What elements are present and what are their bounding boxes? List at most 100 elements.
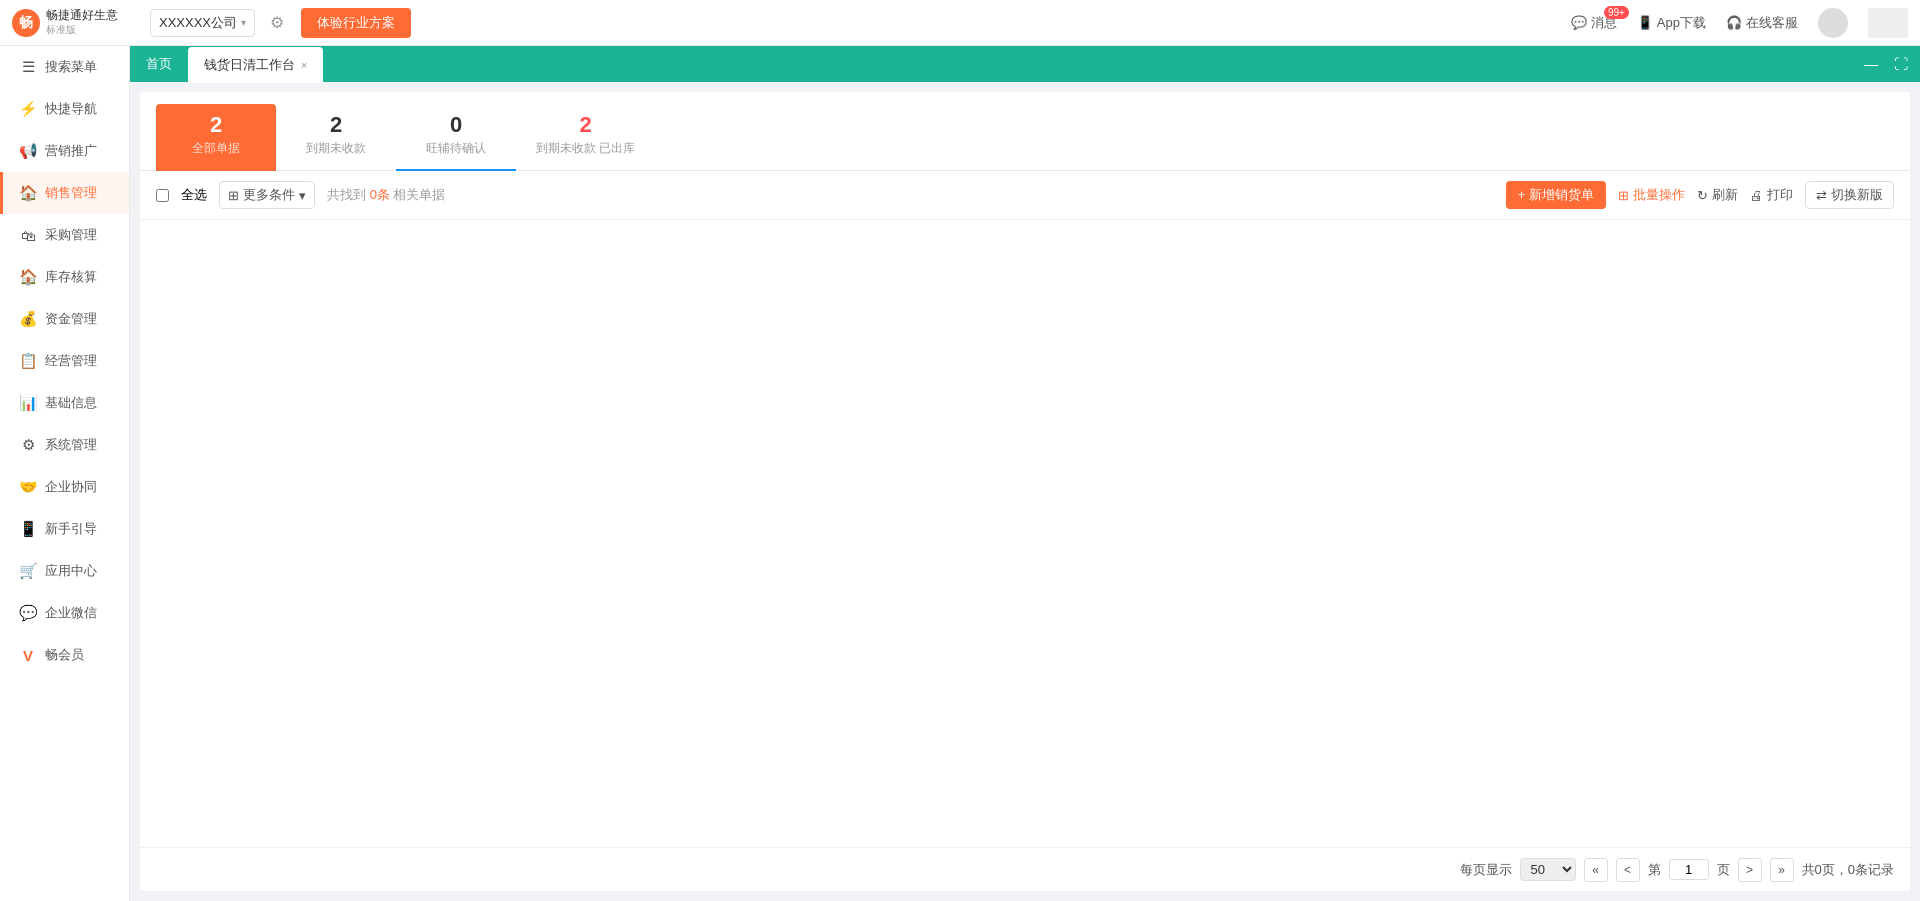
message-btn[interactable]: 💬 消息 99+ xyxy=(1571,14,1617,32)
logo-text: 畅捷通好生意 xyxy=(46,8,118,24)
enterprise-icon: 🤝 xyxy=(19,478,37,496)
page-size-select[interactable]: 50 100 200 xyxy=(1520,858,1576,881)
last-page-button[interactable]: » xyxy=(1770,858,1794,882)
stat-label-overdue-out: 到期未收款 已出库 xyxy=(536,140,635,157)
stat-label-overdue: 到期未收款 xyxy=(296,140,376,157)
sidebar: ☰ 搜索菜单 ⚡ 快捷导航 📢 营销推广 🏠 销售管理 🛍 采购管理 🏠 库存核… xyxy=(0,46,130,901)
logo-sub: 标准版 xyxy=(46,23,118,37)
empty-content xyxy=(140,220,1910,847)
company-name: XXXXXX公司 xyxy=(159,14,237,32)
system-icon: ⚙ xyxy=(19,436,37,454)
tab-active-label: 钱货日清工作台 xyxy=(204,47,295,83)
sidebar-label-inventory: 库存核算 xyxy=(45,268,97,286)
sidebar-item-guide[interactable]: 📱 新手引导 xyxy=(0,508,129,550)
stat-tab-overdue[interactable]: 2 到期未收款 xyxy=(276,104,396,171)
basic-icon: 📊 xyxy=(19,394,37,412)
page-label: 第 xyxy=(1648,861,1661,879)
sidebar-item-inventory[interactable]: 🏠 库存核算 xyxy=(0,256,129,298)
page-number-input[interactable] xyxy=(1669,859,1709,880)
app-download-btn[interactable]: 📱 App下载 xyxy=(1637,14,1706,32)
batch-label: 批量操作 xyxy=(1633,186,1685,204)
sidebar-label-search-menu: 搜索菜单 xyxy=(45,58,97,76)
sidebar-item-marketing[interactable]: 📢 营销推广 xyxy=(0,130,129,172)
sidebar-label-capital: 资金管理 xyxy=(45,310,97,328)
batch-operation-button[interactable]: ⊞ 批量操作 xyxy=(1618,186,1685,204)
logo-area: 畅 畅捷通好生意 标准版 xyxy=(12,8,142,38)
wechat-icon: 💬 xyxy=(19,604,37,622)
sidebar-label-member: 畅会员 xyxy=(45,646,84,664)
found-prefix: 共找到 xyxy=(327,187,366,202)
sidebar-item-system[interactable]: ⚙ 系统管理 xyxy=(0,424,129,466)
trial-button[interactable]: 体验行业方案 xyxy=(301,8,411,38)
stat-tab-pending[interactable]: 0 旺辅待确认 xyxy=(396,104,516,171)
new-sales-order-button[interactable]: + 新增销货单 xyxy=(1506,181,1606,209)
print-button[interactable]: 🖨 打印 xyxy=(1750,186,1793,204)
next-page-button[interactable]: > xyxy=(1738,858,1762,882)
switch-version-button[interactable]: ⇄ 切换新版 xyxy=(1805,181,1894,209)
user-name xyxy=(1868,8,1908,38)
refresh-button[interactable]: ↻ 刷新 xyxy=(1697,186,1738,204)
sidebar-label-purchase: 采购管理 xyxy=(45,226,97,244)
refresh-icon: ↻ xyxy=(1697,188,1708,203)
sidebar-label-system: 系统管理 xyxy=(45,436,97,454)
filter-label: 更多条件 xyxy=(243,186,295,204)
tab-home[interactable]: 首页 xyxy=(130,46,188,82)
sidebar-item-search-menu[interactable]: ☰ 搜索菜单 xyxy=(0,46,129,88)
sidebar-label-wechat: 企业微信 xyxy=(45,604,97,622)
capital-icon: 💰 xyxy=(19,310,37,328)
prev-page-button[interactable]: < xyxy=(1616,858,1640,882)
tab-close-icon[interactable]: × xyxy=(301,47,307,83)
settings-icon[interactable]: ⚙ xyxy=(263,9,291,37)
batch-icon: ⊞ xyxy=(1618,188,1629,203)
sidebar-item-appstore[interactable]: 🛒 应用中心 xyxy=(0,550,129,592)
mobile-icon: 📱 xyxy=(1637,15,1653,30)
print-icon: 🖨 xyxy=(1750,188,1763,203)
found-num: 0条 xyxy=(370,187,390,202)
stat-label-pending: 旺辅待确认 xyxy=(416,140,496,157)
guide-icon: 📱 xyxy=(19,520,37,538)
sidebar-item-sales[interactable]: 🏠 销售管理 xyxy=(0,172,129,214)
sidebar-item-wechat[interactable]: 💬 企业微信 xyxy=(0,592,129,634)
tab-bar-right: — ⛶ xyxy=(1860,52,1920,76)
select-all-checkbox[interactable] xyxy=(156,189,169,202)
sidebar-label-appstore: 应用中心 xyxy=(45,562,97,580)
select-all-label: 全选 xyxy=(181,186,207,204)
header-right: 💬 消息 99+ 📱 App下载 🎧 在线客服 xyxy=(1571,8,1908,38)
maximize-btn[interactable]: ⛶ xyxy=(1890,52,1912,76)
marketing-icon: 📢 xyxy=(19,142,37,160)
found-text: 共找到 0条 相关单据 xyxy=(327,186,445,204)
sidebar-label-operation: 经营管理 xyxy=(45,352,97,370)
page-label-suffix: 页 xyxy=(1717,861,1730,879)
tab-active[interactable]: 钱货日清工作台 × xyxy=(188,47,323,83)
tab-bar: 首页 钱货日清工作台 × — ⛶ xyxy=(130,46,1920,82)
logo-icon: 畅 xyxy=(12,9,40,37)
toolbar-right: + 新增销货单 ⊞ 批量操作 ↻ 刷新 🖨 打印 ⇄ 切换新版 xyxy=(1506,181,1894,209)
switch-icon: ⇄ xyxy=(1816,188,1827,203)
app-download-label: App下载 xyxy=(1657,14,1706,32)
first-page-button[interactable]: « xyxy=(1584,858,1608,882)
sidebar-item-quick-nav[interactable]: ⚡ 快捷导航 xyxy=(0,88,129,130)
sidebar-item-basic[interactable]: 📊 基础信息 xyxy=(0,382,129,424)
switch-label: 切换新版 xyxy=(1831,186,1883,204)
inventory-icon: 🏠 xyxy=(19,268,37,286)
sidebar-item-enterprise[interactable]: 🤝 企业协同 xyxy=(0,466,129,508)
sidebar-label-guide: 新手引导 xyxy=(45,520,97,538)
stat-num-all: 2 xyxy=(176,112,256,138)
operation-icon: 📋 xyxy=(19,352,37,370)
sidebar-item-capital[interactable]: 💰 资金管理 xyxy=(0,298,129,340)
sidebar-item-member[interactable]: V 畅会员 xyxy=(0,634,129,676)
sidebar-item-purchase[interactable]: 🛍 采购管理 xyxy=(0,214,129,256)
appstore-icon: 🛒 xyxy=(19,562,37,580)
online-service-btn[interactable]: 🎧 在线客服 xyxy=(1726,14,1798,32)
company-selector[interactable]: XXXXXX公司 ▾ xyxy=(150,9,255,37)
avatar[interactable] xyxy=(1818,8,1848,38)
stat-tab-all[interactable]: 2 全部单据 xyxy=(156,104,276,171)
filter-button[interactable]: ⊞ 更多条件 ▾ xyxy=(219,181,315,209)
message-badge: 99+ xyxy=(1604,6,1629,19)
sidebar-item-operation[interactable]: 📋 经营管理 xyxy=(0,340,129,382)
minimize-btn[interactable]: — xyxy=(1860,52,1882,76)
filter-chevron-icon: ▾ xyxy=(299,188,306,203)
stat-tab-overdue-out[interactable]: 2 到期未收款 已出库 xyxy=(516,104,655,171)
filter-icon: ⊞ xyxy=(228,188,239,203)
toolbar: 全选 ⊞ 更多条件 ▾ 共找到 0条 相关单据 + 新增销货单 ⊞ 批量操作 ↻… xyxy=(140,171,1910,220)
